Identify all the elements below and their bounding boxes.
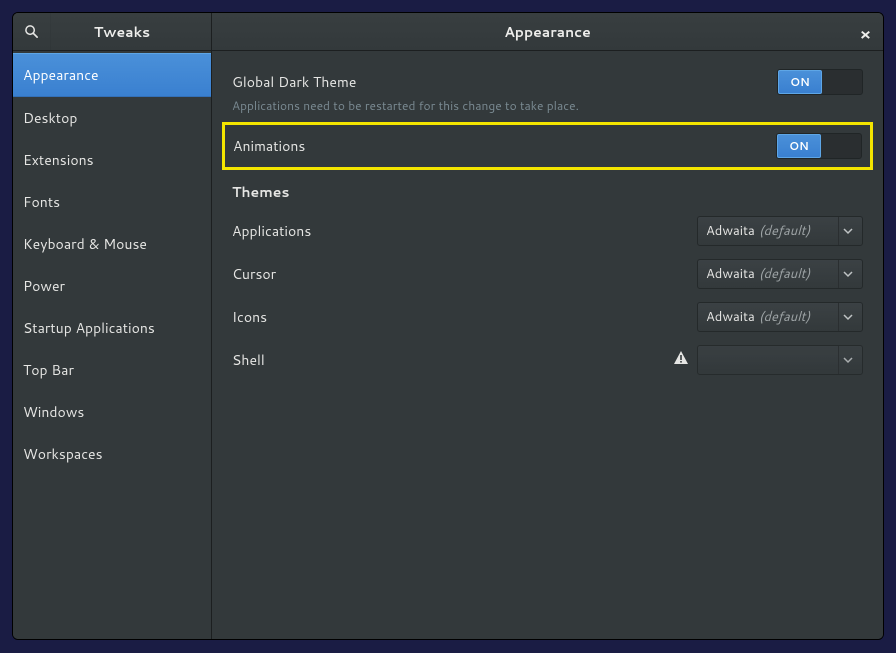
header-bar: Tweaks Appearance × — [13, 13, 883, 51]
chevron-down-icon — [838, 217, 856, 245]
global-dark-theme-toggle[interactable]: ON — [777, 69, 863, 95]
themes-section-title: Themes — [232, 182, 863, 202]
search-button[interactable] — [13, 13, 51, 51]
cursor-theme-label: Cursor — [232, 264, 276, 284]
dropdown-value: Adwaita — [706, 222, 755, 240]
global-dark-theme-note: Applications need to be restarted for th… — [232, 97, 863, 114]
sidebar-item-label: Windows — [23, 402, 84, 422]
sidebar-item-label: Keyboard & Mouse — [23, 234, 147, 254]
close-button[interactable]: × — [860, 23, 871, 46]
body: Appearance Desktop Extensions Fonts Keyb… — [13, 51, 883, 639]
shell-theme-dropdown[interactable] — [697, 345, 863, 375]
animations-row-highlight: Animations ON — [222, 122, 873, 170]
sidebar-item-top-bar[interactable]: Top Bar — [13, 349, 211, 391]
search-icon — [24, 24, 39, 39]
header-right: Appearance × — [212, 13, 883, 50]
sidebar-item-fonts[interactable]: Fonts — [13, 181, 211, 223]
sidebar-title: Tweaks — [51, 22, 211, 42]
sidebar-item-appearance[interactable]: Appearance — [13, 53, 211, 97]
chevron-down-icon — [838, 260, 856, 288]
sidebar-item-workspaces[interactable]: Workspaces — [13, 433, 211, 475]
page-title: Appearance — [504, 22, 591, 42]
sidebar-item-label: Top Bar — [23, 360, 74, 380]
sidebar-item-desktop[interactable]: Desktop — [13, 97, 211, 139]
shell-theme-label: Shell — [232, 350, 265, 370]
chevron-down-icon — [838, 346, 856, 374]
icons-theme-label: Icons — [232, 307, 267, 327]
toggle-on-label: ON — [778, 70, 822, 94]
sidebar-item-keyboard-mouse[interactable]: Keyboard & Mouse — [13, 223, 211, 265]
dropdown-default: (default) — [759, 222, 810, 240]
sidebar-item-label: Extensions — [23, 150, 94, 170]
shell-right-group — [673, 345, 863, 375]
dropdown-value: Adwaita — [706, 265, 755, 283]
content: Global Dark Theme ON Applications need t… — [212, 51, 883, 639]
header-left: Tweaks — [13, 13, 212, 50]
dropdown-value: Adwaita — [706, 308, 755, 326]
sidebar-item-label: Workspaces — [23, 444, 103, 464]
tweaks-window: Tweaks Appearance × Appearance Desktop E… — [12, 12, 884, 640]
sidebar-item-label: Desktop — [23, 108, 77, 128]
sidebar-item-label: Appearance — [23, 65, 99, 85]
dropdown-default: (default) — [759, 308, 810, 326]
sidebar-item-windows[interactable]: Windows — [13, 391, 211, 433]
animations-label: Animations — [233, 136, 305, 156]
animations-toggle[interactable]: ON — [776, 133, 862, 159]
sidebar-item-extensions[interactable]: Extensions — [13, 139, 211, 181]
warning-icon — [673, 349, 689, 372]
icons-theme-row: Icons Adwaita (default) — [232, 302, 863, 332]
icons-theme-dropdown[interactable]: Adwaita (default) — [697, 302, 863, 332]
dropdown-default: (default) — [759, 265, 810, 283]
applications-theme-row: Applications Adwaita (default) — [232, 216, 863, 246]
sidebar-item-label: Power — [23, 276, 65, 296]
sidebar-item-power[interactable]: Power — [13, 265, 211, 307]
chevron-down-icon — [838, 303, 856, 331]
shell-theme-row: Shell — [232, 345, 863, 375]
toggle-on-label: ON — [777, 134, 821, 158]
applications-theme-label: Applications — [232, 221, 311, 241]
global-dark-theme-label: Global Dark Theme — [232, 72, 356, 92]
applications-theme-dropdown[interactable]: Adwaita (default) — [697, 216, 863, 246]
global-dark-theme-row: Global Dark Theme ON — [232, 69, 863, 95]
sidebar-item-label: Startup Applications — [23, 318, 155, 338]
cursor-theme-dropdown[interactable]: Adwaita (default) — [697, 259, 863, 289]
sidebar: Appearance Desktop Extensions Fonts Keyb… — [13, 51, 212, 639]
cursor-theme-row: Cursor Adwaita (default) — [232, 259, 863, 289]
sidebar-item-label: Fonts — [23, 192, 60, 212]
sidebar-item-startup-applications[interactable]: Startup Applications — [13, 307, 211, 349]
close-icon: × — [860, 23, 871, 46]
